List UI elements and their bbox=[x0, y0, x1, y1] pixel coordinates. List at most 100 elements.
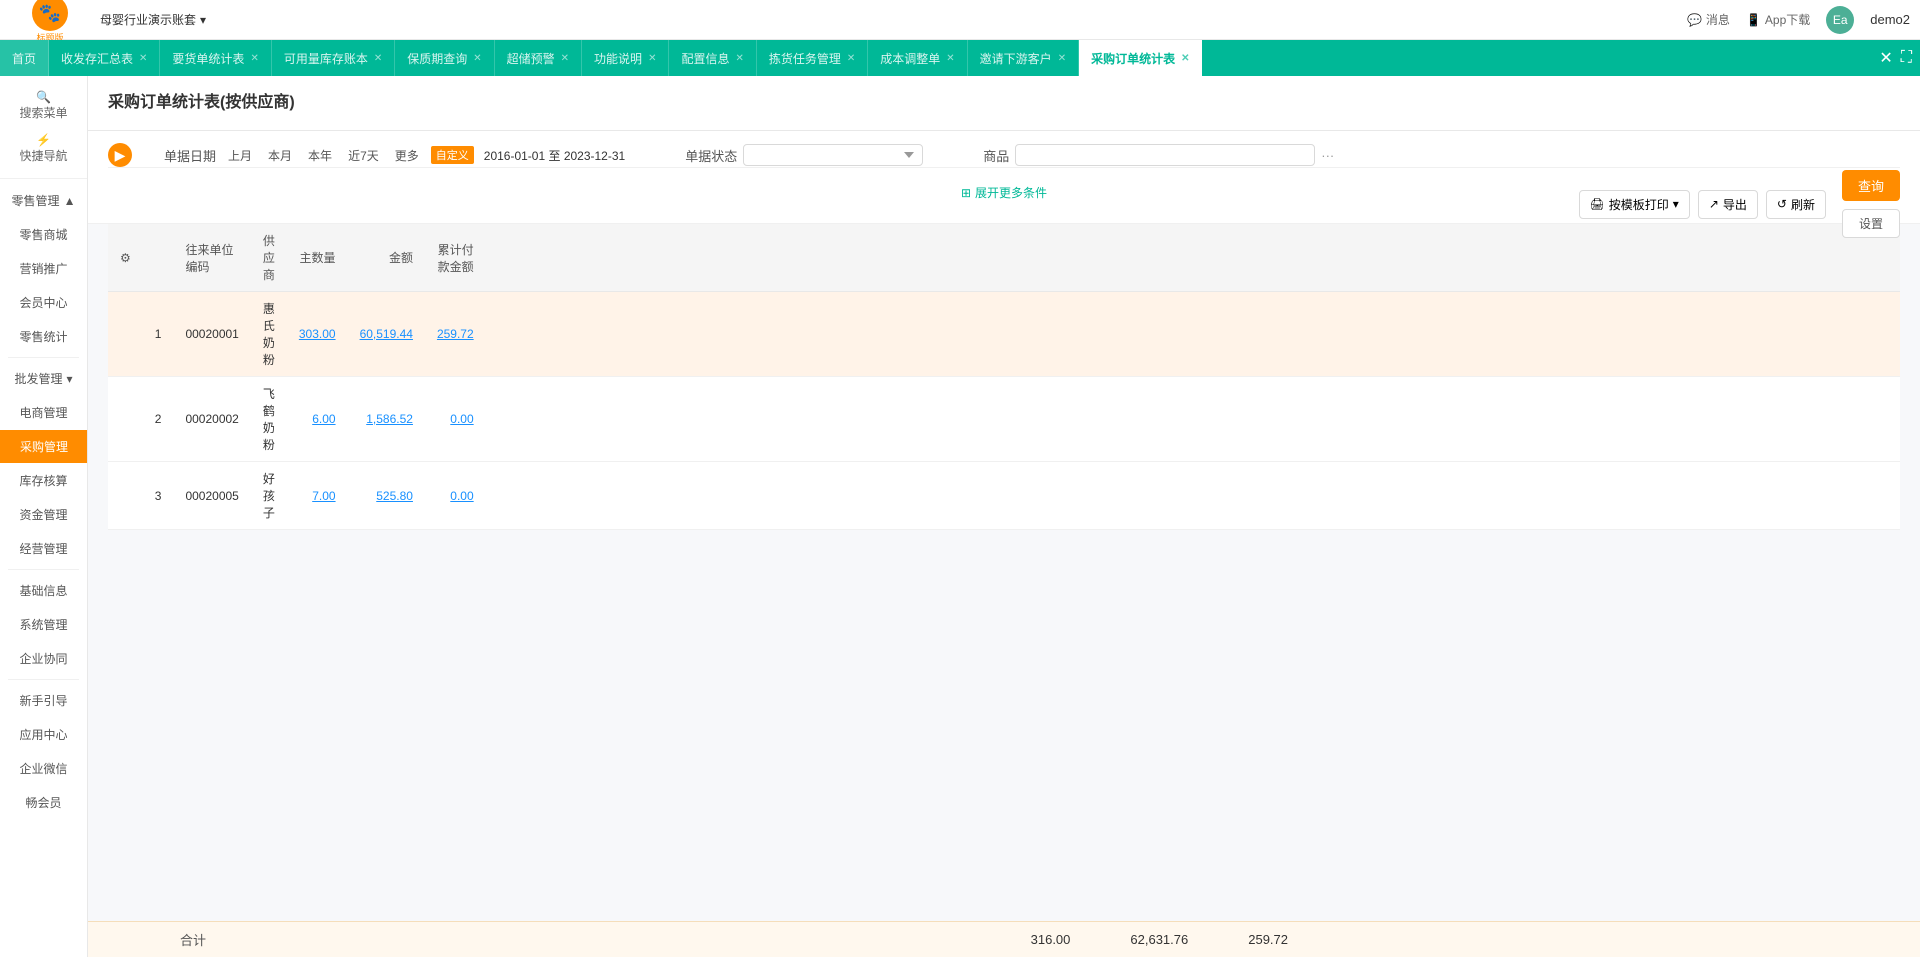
sidebar-divider bbox=[8, 679, 79, 680]
tab-invite-downstream[interactable]: 邀请下游客户 ✕ bbox=[968, 40, 1079, 76]
sidebar-item-retail-mgmt[interactable]: 零售管理 ▲ bbox=[4, 184, 83, 217]
tab-goods-stats[interactable]: 要货单统计表 ✕ bbox=[160, 40, 271, 76]
tab-config-info[interactable]: 配置信息 ✕ bbox=[669, 40, 756, 76]
row-main-qty: 6.00 bbox=[287, 377, 348, 462]
row-main-qty: 7.00 bbox=[287, 462, 348, 530]
query-button[interactable]: 查询 bbox=[1842, 170, 1900, 201]
close-icon[interactable]: ✕ bbox=[648, 53, 656, 64]
sidebar-item-system-mgmt[interactable]: 系统管理 bbox=[4, 608, 83, 641]
sidebar-item-retail-store[interactable]: 零售商城 bbox=[4, 218, 83, 251]
workspace-selector[interactable]: 母婴行业演示账套 ▾ bbox=[100, 11, 206, 28]
tab-cost-adjust[interactable]: 成本调整单 ✕ bbox=[868, 40, 967, 76]
row-supplier-code: 00020001 bbox=[173, 292, 250, 377]
goods-more-icon[interactable]: ··· bbox=[1321, 148, 1334, 163]
sidebar-item-label: 电商管理 bbox=[19, 404, 67, 421]
expand-more-button[interactable]: ⊞ 展开更多条件 bbox=[949, 180, 1059, 205]
col-supplier-name: 供应商 bbox=[251, 224, 287, 292]
sidebar-item-ecommerce-mgmt[interactable]: 电商管理 bbox=[4, 396, 83, 429]
tab-home[interactable]: 首页 bbox=[0, 40, 49, 76]
page-header-actions: 🖨 按模板打印 ▾ ↗ 导出 ↺ 刷新 bbox=[1579, 170, 1900, 238]
tab-function-desc[interactable]: 功能说明 ✕ bbox=[582, 40, 669, 76]
tab-home-label: 首页 bbox=[12, 50, 36, 67]
tab-label: 功能说明 bbox=[594, 50, 642, 67]
gear-icon[interactable]: ⚙ bbox=[120, 251, 131, 265]
col-paid-amount: 累计付款金额 bbox=[425, 224, 486, 292]
tab-label: 超储预警 bbox=[507, 50, 555, 67]
sidebar-item-purchase-mgmt[interactable]: 采购管理 bbox=[0, 430, 88, 463]
message-icon: 💬 bbox=[1687, 13, 1702, 27]
status-select[interactable] bbox=[743, 144, 923, 166]
sidebar-item-member-center[interactable]: 会员中心 bbox=[4, 286, 83, 319]
close-icon[interactable]: ✕ bbox=[847, 53, 855, 64]
custom-date-tag[interactable]: 自定义 bbox=[431, 146, 474, 164]
close-icon[interactable]: ✕ bbox=[250, 53, 258, 64]
tab-label: 保质期查询 bbox=[407, 50, 467, 67]
sidebar-item-finance-mgmt[interactable]: 资金管理 bbox=[4, 498, 83, 531]
footer-row: 合计 316.00 62,631.76 259.72 bbox=[88, 921, 1920, 957]
close-all-icon[interactable]: ✕ bbox=[1879, 48, 1892, 68]
sidebar-item-enterprise-collab[interactable]: 企业协同 bbox=[4, 642, 83, 675]
sidebar-item-ops-mgmt[interactable]: 经营管理 bbox=[4, 532, 83, 565]
sidebar-item-retail-stats[interactable]: 零售统计 bbox=[4, 320, 83, 353]
shortcut-this-year[interactable]: 本年 bbox=[302, 145, 338, 166]
sidebar-item-label: 系统管理 bbox=[19, 616, 67, 633]
goods-filter-group: 商品 ··· bbox=[983, 144, 1334, 166]
sidebar-item-app-center[interactable]: 应用中心 bbox=[4, 718, 83, 751]
tab-label: 拣货任务管理 bbox=[769, 50, 841, 67]
sidebar-item-new-guide[interactable]: 新手引导 bbox=[4, 684, 83, 717]
sidebar-item-quick-nav[interactable]: ⚡ 快捷导航 bbox=[6, 127, 81, 170]
close-icon[interactable]: ✕ bbox=[735, 53, 743, 64]
footer-paid-amount: 259.72 bbox=[1248, 932, 1288, 947]
main-layout: 🔍 搜索菜单 ⚡ 快捷导航 零售管理 ▲ 零售商城 营销推广 bbox=[0, 76, 1920, 957]
sidebar-item-marketing[interactable]: 营销推广 bbox=[4, 252, 83, 285]
sidebar-item-label: 新手引导 bbox=[19, 692, 67, 709]
close-icon[interactable]: ✕ bbox=[1058, 53, 1066, 64]
tab-purchase-stats[interactable]: 采购订单统计表 ✕ bbox=[1079, 40, 1202, 76]
close-icon[interactable]: ✕ bbox=[374, 53, 382, 64]
close-icon[interactable]: ✕ bbox=[473, 53, 481, 64]
nav-tabs: 首页 收发存汇总表 ✕ 要货单统计表 ✕ 可用量库存账本 ✕ 保质期查询 ✕ 超… bbox=[0, 40, 1920, 76]
tab-receive-summary[interactable]: 收发存汇总表 ✕ bbox=[49, 40, 160, 76]
tab-expiry-query[interactable]: 保质期查询 ✕ bbox=[395, 40, 494, 76]
sidebar-item-enterprise-wechat[interactable]: 企业微信 bbox=[4, 752, 83, 785]
shortcut-more[interactable]: 更多 bbox=[389, 145, 425, 166]
shortcut-7days[interactable]: 近7天 bbox=[342, 145, 385, 166]
goods-input[interactable] bbox=[1015, 144, 1315, 166]
row-paid-amount: 259.72 bbox=[425, 292, 486, 377]
col-gear: ⚙ bbox=[108, 224, 143, 292]
date-filter-group: 单据日期 上月 本月 本年 近7天 更多 自定义 bbox=[164, 145, 474, 166]
sidebar-item-search[interactable]: 🔍 搜索菜单 bbox=[6, 84, 81, 127]
setting-button[interactable]: 设置 bbox=[1842, 209, 1900, 238]
sidebar-item-basic-info[interactable]: 基础信息 bbox=[4, 574, 83, 607]
row-num: 3 bbox=[143, 462, 174, 530]
tab-available-stock[interactable]: 可用量库存账本 ✕ bbox=[272, 40, 395, 76]
shortcut-last-month[interactable]: 上月 bbox=[222, 145, 258, 166]
export-button[interactable]: ↗ 导出 bbox=[1698, 190, 1758, 219]
shortcut-this-month[interactable]: 本月 bbox=[262, 145, 298, 166]
sidebar-item-inventory[interactable]: 库存核算 bbox=[4, 464, 83, 497]
row-gear bbox=[108, 292, 143, 377]
sidebar-item-vip-member[interactable]: 畅会员 bbox=[4, 786, 83, 819]
refresh-button[interactable]: ↺ 刷新 bbox=[1766, 190, 1826, 219]
tab-over-stock[interactable]: 超储预警 ✕ bbox=[495, 40, 582, 76]
row-supplier-code: 00020005 bbox=[173, 462, 250, 530]
close-icon[interactable]: ✕ bbox=[1181, 53, 1189, 64]
avatar[interactable]: Ea bbox=[1826, 6, 1854, 34]
phone-icon: 📱 bbox=[1746, 13, 1761, 27]
row-num: 2 bbox=[143, 377, 174, 462]
sidebar-item-wholesale-mgmt[interactable]: 批发管理 ▾ bbox=[4, 362, 83, 395]
close-icon[interactable]: ✕ bbox=[139, 53, 147, 64]
message-action[interactable]: 💬 消息 bbox=[1687, 11, 1730, 28]
close-icon[interactable]: ✕ bbox=[561, 53, 569, 64]
row-paid-amount: 0.00 bbox=[425, 377, 486, 462]
top-bar: 🐾 标题版 母婴行业演示账套 ▾ 💬 消息 📱 App下载 Ea demo2 bbox=[0, 0, 1920, 40]
collapse-button[interactable]: ▶ bbox=[108, 143, 132, 167]
col-amount: 金额 bbox=[348, 224, 425, 292]
fullscreen-icon[interactable]: ⛶ bbox=[1901, 49, 1912, 67]
tab-label: 成本调整单 bbox=[880, 50, 940, 67]
print-button[interactable]: 🖨 按模板打印 ▾ bbox=[1579, 190, 1690, 219]
tab-pick-task[interactable]: 拣货任务管理 ✕ bbox=[757, 40, 868, 76]
row-num: 1 bbox=[143, 292, 174, 377]
app-download-action[interactable]: 📱 App下载 bbox=[1746, 11, 1810, 28]
close-icon[interactable]: ✕ bbox=[946, 53, 954, 64]
